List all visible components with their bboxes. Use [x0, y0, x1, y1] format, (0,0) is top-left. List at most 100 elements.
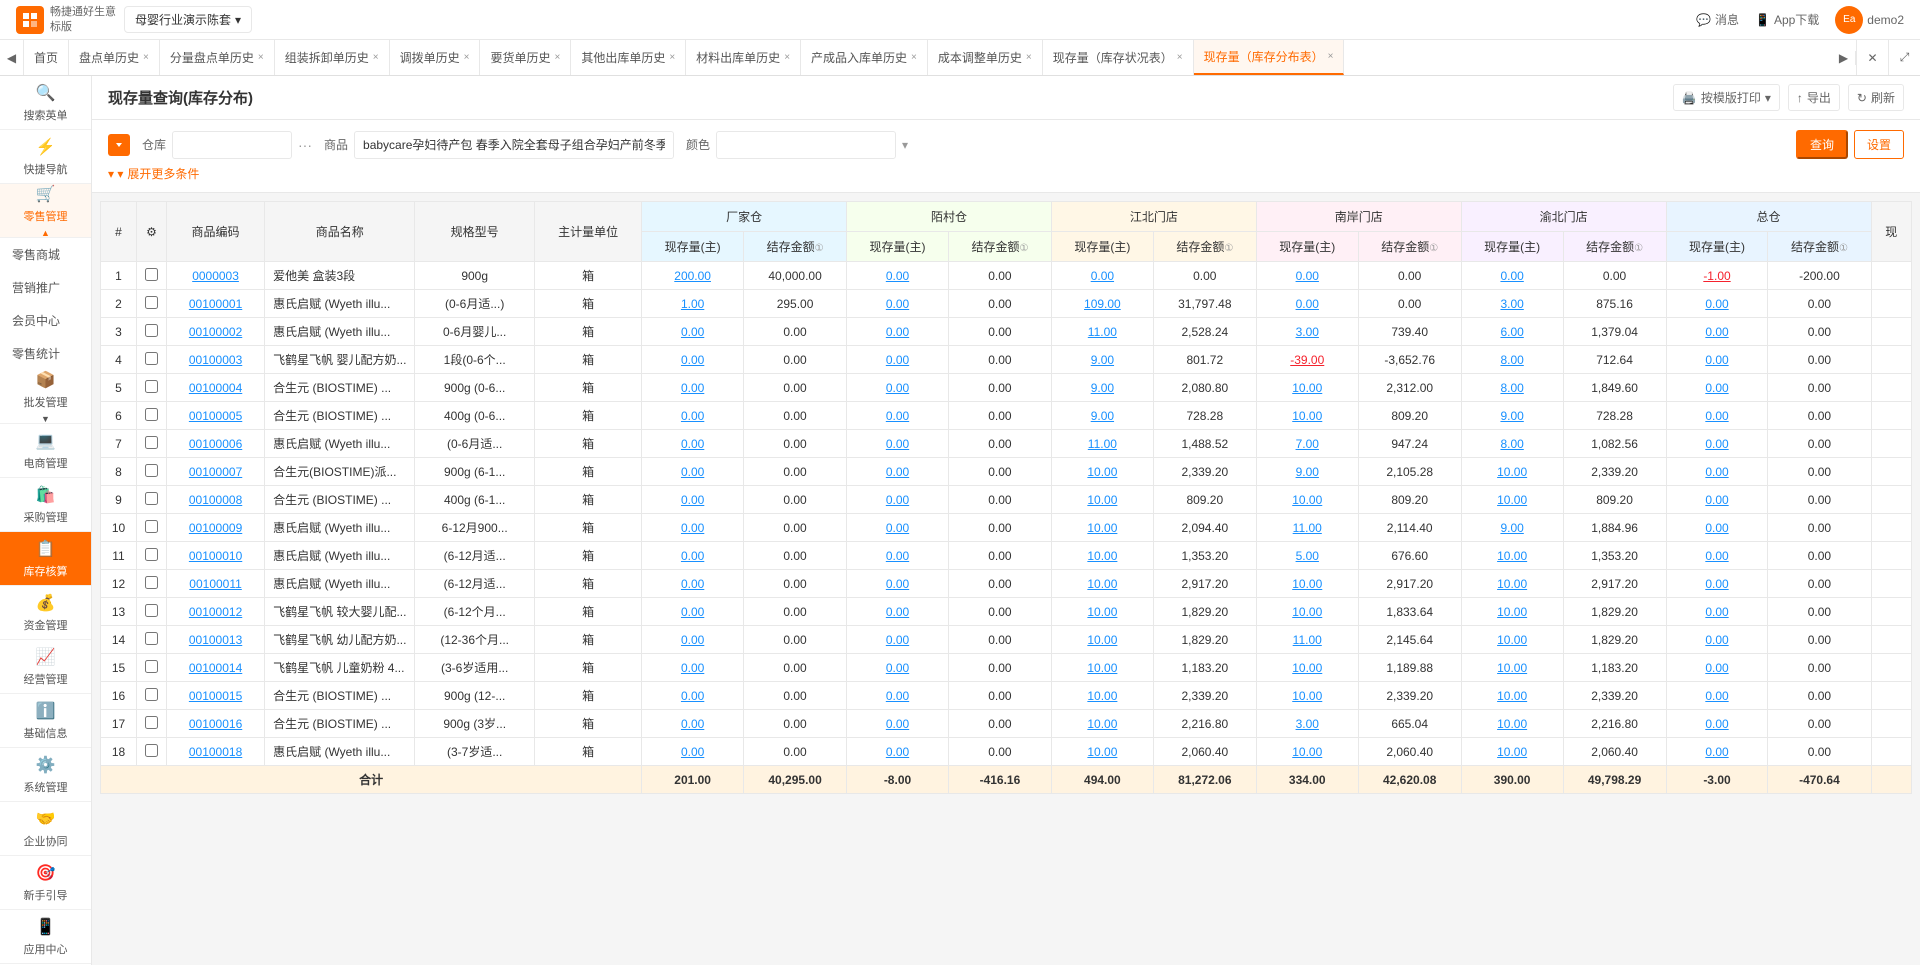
tab-maximize-btn[interactable]: ⤢ [1888, 40, 1920, 76]
info-icon-4[interactable]: ① [1429, 243, 1438, 254]
sidebar-item-member[interactable]: 会员中心 [0, 304, 91, 337]
tab-9[interactable]: 现存量（库存状况表）× [1043, 40, 1194, 75]
tab-close-6[interactable]: × [784, 52, 790, 63]
tab-close-all-btn[interactable]: ✕ [1856, 40, 1888, 76]
tab-close-7[interactable]: × [911, 52, 917, 63]
cell-checkbox[interactable] [137, 374, 167, 402]
sidebar-item-stats[interactable]: 零售统计 [0, 337, 91, 370]
tab-1[interactable]: 分量盘点单历史× [160, 40, 275, 75]
cell-checkbox[interactable] [137, 458, 167, 486]
cell-checkbox[interactable] [137, 402, 167, 430]
cell-na-qty: 0.00 [1256, 262, 1358, 290]
cell-spec: 0-6月婴儿... [415, 318, 534, 346]
cell-checkbox[interactable] [137, 318, 167, 346]
tab-close-8[interactable]: × [1026, 52, 1032, 63]
cell-checkbox[interactable] [137, 542, 167, 570]
product-input[interactable] [354, 131, 674, 159]
total-extra [1871, 766, 1912, 794]
app-download-btn[interactable]: 📱 App下载 [1755, 11, 1819, 28]
gear-icon[interactable]: ⚙ [146, 225, 157, 239]
tab-close-1[interactable]: × [258, 52, 264, 63]
cell-na-amt: 2,060.40 [1358, 738, 1461, 766]
info-icon-5[interactable]: ① [1634, 243, 1643, 254]
sidebar-item-purchase[interactable]: 🛍️ 采购管理 [0, 478, 91, 532]
cell-checkbox[interactable] [137, 430, 167, 458]
tab-home[interactable]: 首页 [24, 40, 69, 75]
cell-checkbox[interactable] [137, 570, 167, 598]
cell-mc-qty: 0.00 [847, 318, 949, 346]
sidebar-item-marketing[interactable]: 营销推广 [0, 271, 91, 304]
th-yb-qty: 现存量(主) [1461, 232, 1563, 262]
expand-conditions-btn[interactable]: ▾ ▾ 展开更多条件 [108, 165, 1904, 182]
tab-10[interactable]: 现存量（库存分布表）× [1194, 40, 1345, 75]
info-icon-1[interactable]: ① [815, 243, 824, 254]
tab-close-5[interactable]: × [669, 52, 675, 63]
sidebar-item-inventory[interactable]: 📋 库存核算 [0, 532, 91, 586]
sidebar-item-collab[interactable]: 🤝 企业协同 [0, 802, 91, 856]
sidebar-item-apps[interactable]: 📱 应用中心 [0, 910, 91, 964]
tab-close-4[interactable]: × [554, 52, 560, 63]
sidebar-item-finance[interactable]: 💰 资金管理 [0, 586, 91, 640]
cell-checkbox[interactable] [137, 738, 167, 766]
cell-total-qty: 0.00 [1666, 514, 1768, 542]
info-icon-2[interactable]: ① [1019, 243, 1028, 254]
cell-checkbox[interactable] [137, 514, 167, 542]
export-btn[interactable]: ↑ 导出 [1788, 84, 1840, 111]
cell-total-qty: 0.00 [1666, 430, 1768, 458]
filter-collapse-btn[interactable] [108, 134, 130, 156]
org-selector[interactable]: 母婴行业演示陈套 ▾ [124, 6, 252, 33]
info-icon-6[interactable]: ① [1839, 243, 1848, 254]
tab-next-btn[interactable]: ▶ [1832, 51, 1856, 65]
sidebar-item-guide[interactable]: 🎯 新手引导 [0, 856, 91, 910]
tab-close-0[interactable]: × [143, 52, 149, 63]
tab-2[interactable]: 组装拆卸单历史× [275, 40, 390, 75]
sidebar-item-system[interactable]: ⚙️ 系统管理 [0, 748, 91, 802]
sidebar-item-ecom[interactable]: 💻 电商管理 [0, 424, 91, 478]
sidebar-item-shop[interactable]: 零售商城 [0, 238, 91, 271]
cell-fac-amt: 0.00 [744, 542, 847, 570]
tab-close-2[interactable]: × [373, 52, 379, 63]
cell-checkbox[interactable] [137, 346, 167, 374]
cell-checkbox[interactable] [137, 654, 167, 682]
cell-total-qty: 0.00 [1666, 626, 1768, 654]
user-avatar-area[interactable]: Ea demo2 [1835, 6, 1904, 34]
message-icon: 💬 [1696, 13, 1711, 27]
cell-checkbox[interactable] [137, 598, 167, 626]
tab-prev-btn[interactable]: ◀ [0, 40, 24, 75]
settings-button[interactable]: 设置 [1854, 130, 1904, 159]
cell-total-amt: 0.00 [1768, 486, 1871, 514]
tab-close-3[interactable]: × [464, 52, 470, 63]
cell-extra [1871, 262, 1912, 290]
cell-checkbox[interactable] [137, 682, 167, 710]
message-btn[interactable]: 💬 消息 [1696, 11, 1739, 28]
warehouse-input[interactable] [172, 131, 292, 159]
color-input[interactable] [716, 131, 896, 159]
print-btn[interactable]: 🖨️ 按模版打印 ▾ [1673, 84, 1780, 111]
tab-7[interactable]: 产成品入库单历史× [801, 40, 928, 75]
sidebar-item-nav[interactable]: ⚡ 快捷导航 [0, 130, 91, 184]
tab-5[interactable]: 其他出库单历史× [571, 40, 686, 75]
sidebar-item-basic[interactable]: ℹ️ 基础信息 [0, 694, 91, 748]
sidebar-item-operation[interactable]: 📈 经营管理 [0, 640, 91, 694]
tab-close-9[interactable]: × [1177, 52, 1183, 63]
cell-checkbox[interactable] [137, 486, 167, 514]
tab-close-10[interactable]: × [1328, 51, 1334, 62]
tab-6[interactable]: 材料出库单历史× [686, 40, 801, 75]
cell-checkbox[interactable] [137, 710, 167, 738]
sidebar-item-wholesale[interactable]: 📦 批发管理 ▼ [0, 370, 91, 424]
info-icon-3[interactable]: ① [1224, 243, 1233, 254]
sidebar-item-search[interactable]: 🔍 搜索英单 [0, 76, 91, 130]
cell-checkbox[interactable] [137, 290, 167, 318]
sidebar-item-retail[interactable]: 🛒 零售管理 ▲ [0, 184, 91, 238]
tab-4[interactable]: 要货单历史× [480, 40, 571, 75]
cell-checkbox[interactable] [137, 262, 167, 290]
th-gear[interactable]: ⚙ [137, 202, 167, 262]
cell-checkbox[interactable] [137, 626, 167, 654]
tab-3[interactable]: 调拨单历史× [390, 40, 481, 75]
tab-8[interactable]: 成本调整单历史× [928, 40, 1043, 75]
refresh-btn[interactable]: ↻ 刷新 [1848, 84, 1904, 111]
query-button[interactable]: 查询 [1796, 130, 1848, 159]
tab-0[interactable]: 盘点单历史× [69, 40, 160, 75]
filter-area: 仓库 ··· 商品 颜色 ▾ 查询 设置 ▾ [92, 120, 1920, 193]
table-container[interactable]: # ⚙ 商品编码 商品名称 规格型号 主计量单位 厂家仓 陌村仓 江北门店 南岸… [92, 193, 1920, 965]
